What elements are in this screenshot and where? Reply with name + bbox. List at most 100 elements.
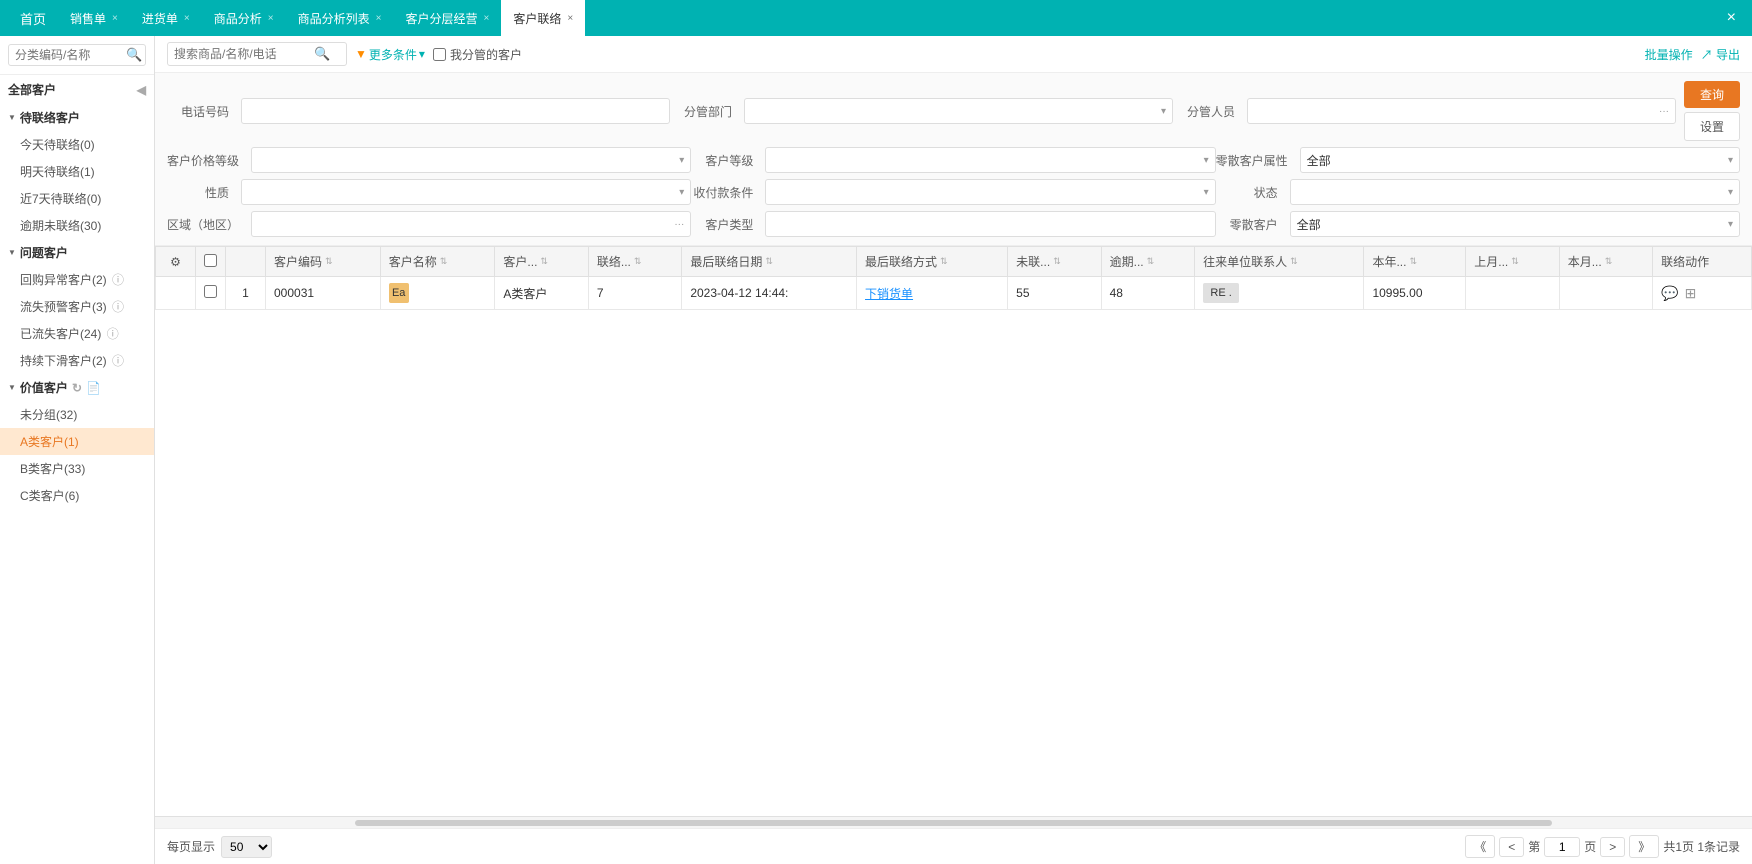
page-num-input[interactable] [1544,837,1580,857]
filter-cell-customer-type: 客户类型 [691,211,1215,237]
col-this-year[interactable]: 本年... ⇅ [1364,247,1466,277]
qr-icon[interactable]: ⊞ [1685,285,1697,302]
retail-attr-label: 零散客户属性 [1216,152,1296,169]
price-grade-label: 客户价格等级 [167,152,247,169]
close-contact-tab-icon[interactable]: × [567,13,573,24]
export-btn[interactable]: ↗ 导出 [1701,46,1740,63]
col-customer-type[interactable]: 客户... ⇅ [495,247,588,277]
col-last-month[interactable]: 上月... ⇅ [1466,247,1559,277]
sidebar-search-icon[interactable]: 🔍 [126,47,142,63]
nav-tab-customer-contact[interactable]: 客户联络 × [501,0,585,36]
col-company-contact[interactable]: 往来单位联系人 ⇅ [1195,247,1364,277]
sidebar-item-churned[interactable]: 已流失客户(24) ⓘ [0,320,154,347]
row-last-method: 下销货单 [857,277,1008,310]
region-dots-icon: ··· [674,219,684,230]
retail-customer-select[interactable]: 全部 ▾ [1290,211,1740,237]
filter-actions: 批量操作 ↗ 导出 [1645,46,1740,63]
col-checkbox[interactable] [196,247,226,277]
customer-grade-dropdown-icon: ▾ [1204,155,1209,166]
sort-type-icon: ⇅ [540,256,548,267]
nav-tab-sales[interactable]: 销售单 × [58,0,130,36]
first-page-btn[interactable]: 《 [1465,835,1495,858]
close-product-tab-icon[interactable]: × [268,13,274,24]
row-checkbox-cell[interactable] [196,277,226,310]
sidebar-item-c-class[interactable]: C类客户(6) [0,482,154,509]
filter-cell-dept: 分管部门 ▾ [670,98,1173,124]
nav-tab-customer-segment[interactable]: 客户分层经营 × [393,0,501,36]
sidebar-item-a-class[interactable]: A类客户(1) [0,428,154,455]
dept-select[interactable]: ▾ [744,98,1173,124]
my-customers-checkbox[interactable] [433,48,446,61]
batch-op-btn[interactable]: 批量操作 [1645,46,1693,63]
customer-type-input[interactable] [765,211,1215,237]
nav-tab-purchase[interactable]: 进货单 × [130,0,202,36]
sidebar-item-churn-warning[interactable]: 流失预警客户(3) ⓘ [0,293,154,320]
close-purchase-tab-icon[interactable]: × [184,13,190,24]
payment-select[interactable]: ▾ [765,179,1215,205]
filter-row-1: 电话号码 分管部门 ▾ 分管人员 ··· [167,81,1740,141]
close-all-icon[interactable]: × [1719,9,1744,27]
info-icon: ⓘ [112,273,124,287]
col-settings[interactable]: ⚙ [156,247,196,277]
sidebar-item-tomorrow-contact[interactable]: 明天待联络(1) [0,158,154,185]
query-button[interactable]: 查询 [1684,81,1740,108]
sidebar-item-ungrouped[interactable]: 未分组(32) [0,401,154,428]
select-all-checkbox[interactable] [204,254,217,267]
person-label: 分管人员 [1173,103,1243,120]
col-last-date[interactable]: 最后联络日期 ⇅ [682,247,857,277]
phone-input[interactable] [241,98,670,124]
sidebar-item-declining[interactable]: 持续下滑客户(2) ⓘ [0,347,154,374]
col-name[interactable]: 客户名称 ⇅ [380,247,495,277]
nature-select[interactable]: ▾ [241,179,691,205]
search-icon[interactable]: 🔍 [314,46,330,62]
page-size-select[interactable]: 50 100 200 [221,836,272,858]
chat-icon[interactable]: 💬 [1661,285,1678,302]
col-last-method[interactable]: 最后联络方式 ⇅ [857,247,1008,277]
customer-grade-select[interactable]: ▾ [765,147,1215,173]
table-container: ⚙ 客户编码 ⇅ 客户名称 ⇅ [155,246,1752,816]
sidebar-item-7days-contact[interactable]: 近7天待联络(0) [0,185,154,212]
next-page-btn[interactable]: > [1600,837,1625,857]
search-input[interactable] [174,47,314,61]
filter-cell-retail-customer: 零散客户 全部 ▾ [1216,211,1740,237]
col-code[interactable]: 客户编码 ⇅ [266,247,381,277]
region-select[interactable]: ··· [251,211,691,237]
close-segment-tab-icon[interactable]: × [483,13,489,24]
sidebar-item-today-contact[interactable]: 今天待联络(0) [0,131,154,158]
person-select[interactable]: ··· [1247,98,1676,124]
close-product-list-tab-icon[interactable]: × [376,13,382,24]
row-checkbox[interactable] [204,285,217,298]
add-group-icon[interactable]: 📄 [86,381,101,395]
prev-page-btn[interactable]: < [1499,837,1524,857]
sidebar-item-overdue-contact[interactable]: 逾期未联络(30) [0,212,154,239]
pagination-right: 《 < 第 页 > 》 共1页 1条记录 [1465,835,1740,858]
col-uncontacted[interactable]: 未联... ⇅ [1008,247,1101,277]
close-sales-tab-icon[interactable]: × [112,13,118,24]
col-overdue[interactable]: 逾期... ⇅ [1101,247,1194,277]
info-icon4: ⓘ [112,354,124,368]
retail-customer-label: 零散客户 [1216,216,1286,233]
horizontal-scrollbar[interactable] [355,820,1552,826]
home-tab[interactable]: 首页 [8,9,58,28]
retail-attr-select[interactable]: 全部 ▾ [1300,147,1740,173]
all-customers-header[interactable]: 全部客户 ◀ [0,75,154,104]
refresh-icon[interactable]: ↻ [72,381,82,395]
price-grade-dropdown-icon: ▾ [679,155,684,166]
last-page-btn[interactable]: 》 [1629,835,1659,858]
settings-button[interactable]: 设置 [1684,112,1740,141]
sidebar-item-repurchase-anomaly[interactable]: 回购异常客户(2) ⓘ [0,266,154,293]
collapse-icon[interactable]: ◀ [137,83,146,97]
col-this-month[interactable]: 本月... ⇅ [1559,247,1652,277]
row-name: Ea [380,277,495,310]
my-customers-checkbox-label[interactable]: 我分管的客户 [433,46,522,63]
contact-method-link[interactable]: 下销货单 [865,287,913,301]
price-grade-select[interactable]: ▾ [251,147,691,173]
sidebar-item-b-class[interactable]: B类客户(33) [0,455,154,482]
nav-tab-product-analysis-list[interactable]: 商品分析列表 × [286,0,394,36]
more-filters-btn[interactable]: ▼ 更多条件 ▾ [355,46,425,63]
status-select[interactable]: ▾ [1290,179,1740,205]
retail-customer-dropdown-icon: ▾ [1728,219,1733,230]
filter-toolbar: 🔍 ▼ 更多条件 ▾ 我分管的客户 批量操作 ↗ 导出 [155,36,1752,73]
col-contact[interactable]: 联络... ⇅ [588,247,681,277]
nav-tab-product-analysis[interactable]: 商品分析 × [202,0,286,36]
